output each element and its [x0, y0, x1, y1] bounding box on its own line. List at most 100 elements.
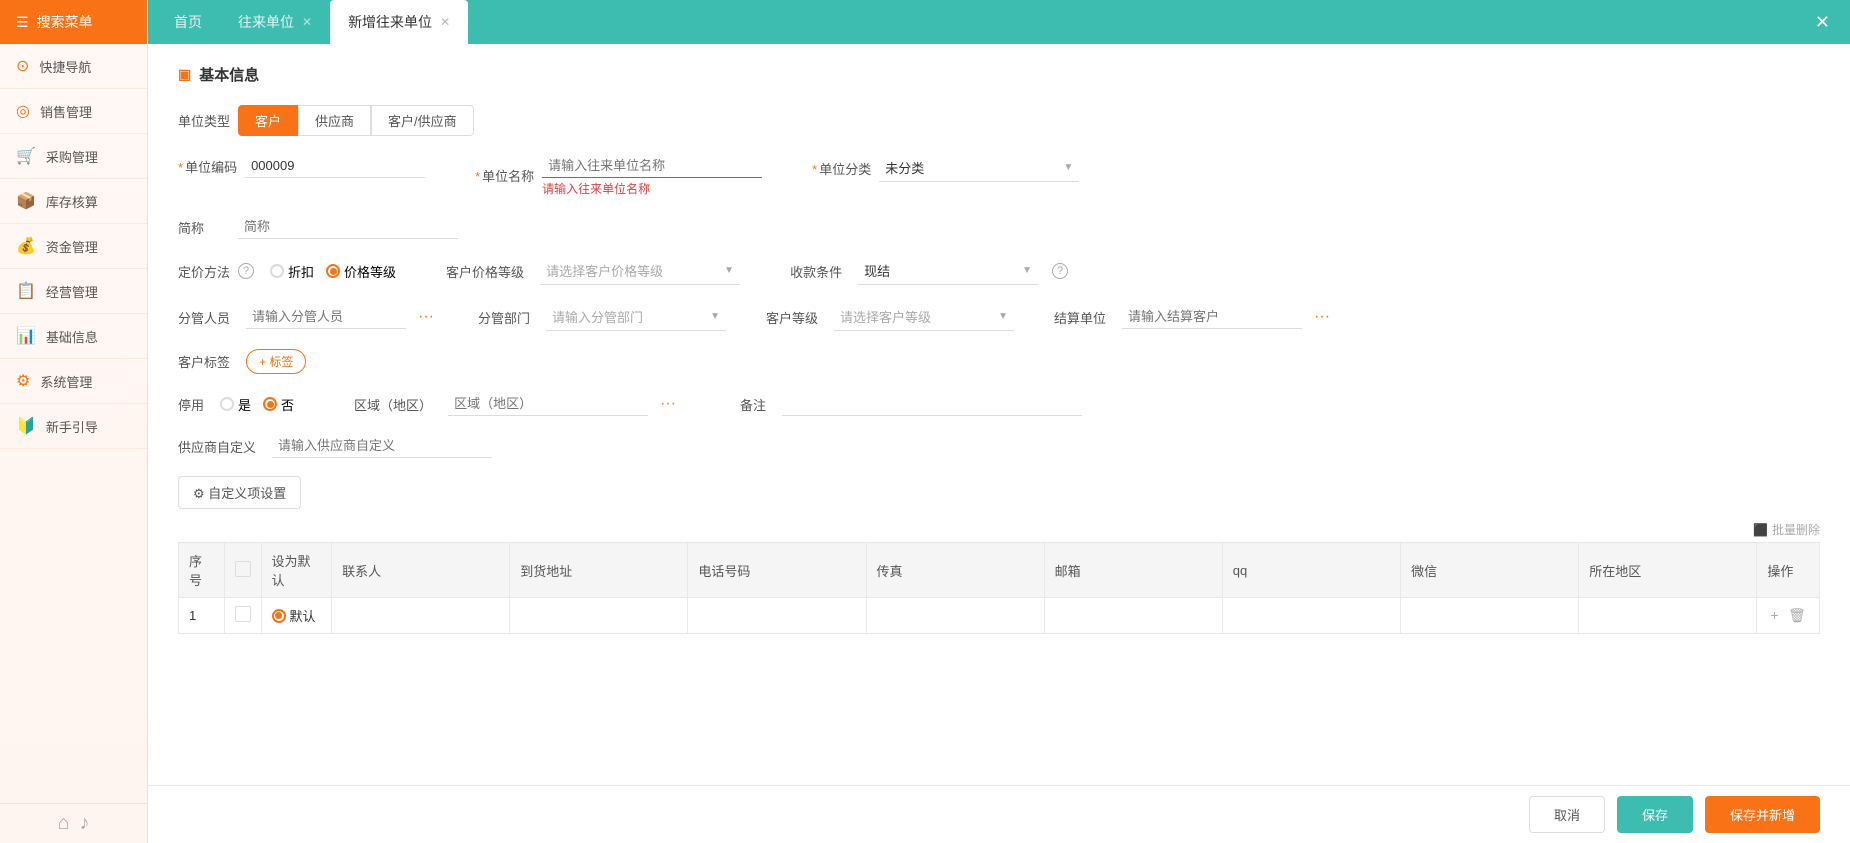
sidebar-label-inventory: 库存核算	[46, 192, 98, 211]
unit-name-error: 请输入往来单位名称	[542, 180, 762, 197]
price-level-arrow: ▼	[724, 265, 734, 276]
sidebar-icon-operations: 📋	[16, 281, 36, 301]
cell-qq[interactable]	[1222, 598, 1400, 634]
sidebar-item-quick-nav[interactable]: ⊙快捷导航	[0, 44, 147, 89]
remarks-group: 备注	[740, 392, 1082, 416]
sidebar-item-sales[interactable]: ◎销售管理	[0, 89, 147, 134]
custom-settings-btn[interactable]: ⚙ 自定义项设置	[178, 476, 301, 509]
batch-delete-btn[interactable]: ⬛ 批量删除	[178, 521, 1820, 538]
manager-row: 分管人员 ··· 分管部门 请输入分管部门 ▼ 客户等级 请选择客户等级 ▼ 结…	[178, 303, 1820, 331]
tab-partners-close[interactable]: ✕	[302, 15, 312, 29]
save-button[interactable]: 保存	[1617, 796, 1693, 833]
table-header-0: 序号	[179, 543, 225, 598]
sidebar-item-purchase[interactable]: 🛒采购管理	[0, 134, 147, 179]
cell-default[interactable]: 默认	[261, 598, 332, 634]
unit-category-select[interactable]: 未分类 ▼	[879, 154, 1079, 182]
radio-no[interactable]: 否	[263, 395, 294, 414]
search-icon: ☰	[16, 14, 29, 31]
tab-partners[interactable]: 往来单位 ✕	[220, 0, 330, 44]
cell-wechat[interactable]	[1401, 598, 1579, 634]
qq-input[interactable]	[1233, 608, 1390, 623]
unit-code-input[interactable]	[245, 154, 425, 178]
sidebar-item-basic[interactable]: 📊基础信息	[0, 314, 147, 359]
sidebar-icon-sales: ◎	[16, 101, 30, 121]
department-select[interactable]: 请输入分管部门 ▼	[546, 303, 726, 331]
manager-group: 分管人员 ···	[178, 305, 438, 329]
tab-home[interactable]: 首页	[156, 0, 220, 44]
header-checkbox[interactable]	[235, 561, 251, 577]
sidebar-icon-inventory: 📦	[16, 191, 36, 211]
radio-price-level[interactable]: 价格等级	[326, 262, 396, 281]
customer-level-placeholder: 请选择客户等级	[840, 307, 931, 326]
address-input[interactable]	[520, 608, 677, 623]
contact-input[interactable]	[342, 608, 499, 623]
supplier-custom-input[interactable]	[272, 434, 492, 458]
add-tag-btn[interactable]: + 标签	[246, 349, 306, 374]
payment-terms-group: 收款条件 现结 ▼ ?	[790, 257, 1068, 285]
cell-contact[interactable]	[332, 598, 510, 634]
payment-terms-select[interactable]: 现结 ▼	[858, 257, 1038, 285]
region-more-btn[interactable]: ···	[656, 395, 680, 413]
email-input[interactable]	[1055, 608, 1212, 623]
sidebar-item-guide[interactable]: 🔰新手引导	[0, 404, 147, 449]
cell-email[interactable]	[1044, 598, 1222, 634]
volume-icon[interactable]: ♪	[80, 812, 90, 835]
btn-both[interactable]: 客户/供应商	[371, 105, 474, 136]
unit-name-input[interactable]	[542, 154, 762, 178]
remarks-input[interactable]	[782, 392, 1082, 416]
customer-price-level-group: 客户价格等级 请选择客户价格等级 ▼	[446, 257, 740, 285]
tab-new-partner[interactable]: 新增往来单位 ✕	[330, 0, 468, 44]
settlement-more-btn[interactable]: ···	[1310, 308, 1334, 326]
sidebar-item-system[interactable]: ⚙系统管理	[0, 359, 147, 404]
radio-discount[interactable]: 折扣	[270, 262, 314, 281]
footer: 取消 保存 保存并新增	[148, 785, 1850, 843]
sidebar-item-inventory[interactable]: 📦 库存核算	[0, 179, 147, 224]
cell-phone[interactable]	[688, 598, 866, 634]
customer-price-level-select[interactable]: 请选择客户价格等级 ▼	[540, 257, 740, 285]
region-input[interactable]	[448, 392, 648, 416]
payment-terms-value: 现结	[864, 261, 890, 280]
cell-checkbox[interactable]	[224, 598, 261, 634]
cell-region[interactable]	[1579, 598, 1757, 634]
row-add-btn[interactable]: +	[1767, 607, 1781, 623]
save-new-button[interactable]: 保存并新增	[1705, 796, 1820, 833]
payment-help-icon[interactable]: ?	[1052, 263, 1068, 279]
tab-new-partner-close[interactable]: ✕	[440, 15, 450, 29]
row-region-input[interactable]	[1589, 608, 1746, 623]
pricing-help-icon[interactable]: ?	[238, 263, 254, 279]
abbreviation-input[interactable]	[238, 215, 458, 239]
table-row: 1 默认 + 🗑	[179, 598, 1820, 634]
cell-fax[interactable]	[866, 598, 1044, 634]
remarks-label: 备注	[740, 395, 766, 414]
sidebar-search[interactable]: ☰ 搜索菜单	[0, 0, 147, 44]
supplier-custom-row: 供应商自定义	[178, 434, 1820, 458]
table-header-6: 传真	[866, 543, 1044, 598]
sidebar-item-operations[interactable]: 📋经营管理	[0, 269, 147, 314]
table-header-2: 设为默认	[261, 543, 332, 598]
cell-address[interactable]	[510, 598, 688, 634]
settlement-input[interactable]	[1122, 305, 1302, 329]
btn-supplier[interactable]: 供应商	[298, 105, 371, 136]
unit-category-label: *单位分类	[812, 159, 871, 178]
disabled-row: 停用 是 否 区域（地区） ··· 备注	[178, 392, 1820, 416]
home-icon[interactable]: ⌂	[57, 812, 69, 835]
wechat-input[interactable]	[1411, 608, 1568, 623]
section-title-text: 基本信息	[199, 64, 259, 85]
btn-customer[interactable]: 客户	[238, 105, 298, 136]
fax-input[interactable]	[877, 608, 1034, 623]
manager-input[interactable]	[246, 305, 406, 329]
manager-more-btn[interactable]: ···	[414, 308, 438, 326]
supplier-custom-label: 供应商自定义	[178, 437, 256, 456]
sidebar-item-finance[interactable]: 💰资金管理	[0, 224, 147, 269]
radio-price-level-label: 价格等级	[344, 262, 396, 281]
row-delete-btn[interactable]: 🗑	[1785, 607, 1809, 624]
unit-name-input-group: 请输入往来单位名称	[542, 154, 762, 197]
unit-category-group: *单位分类 未分类 ▼	[812, 154, 1079, 182]
cancel-button[interactable]: 取消	[1529, 796, 1605, 833]
phone-input[interactable]	[698, 608, 855, 623]
radio-yes[interactable]: 是	[220, 395, 251, 414]
tabbar-close-btn[interactable]: ✕	[1803, 12, 1842, 33]
customer-level-select[interactable]: 请选择客户等级 ▼	[834, 303, 1014, 331]
supplier-custom-group: 供应商自定义	[178, 434, 492, 458]
table-header-10: 所在地区	[1579, 543, 1757, 598]
